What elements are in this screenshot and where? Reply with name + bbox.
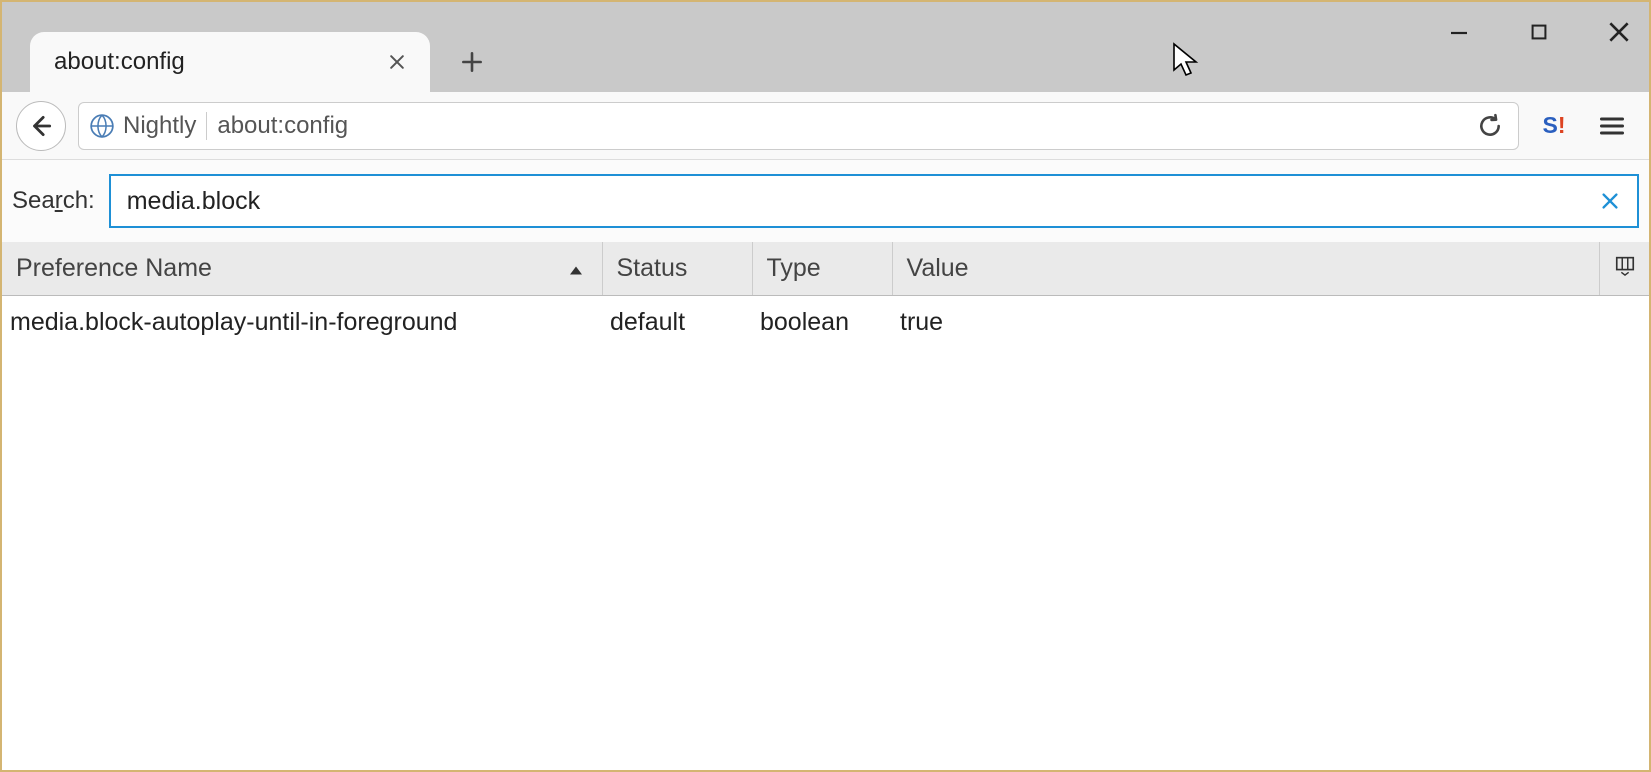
close-icon <box>1606 19 1632 45</box>
col-header-value[interactable]: Value <box>892 242 1599 296</box>
hamburger-icon <box>1598 112 1626 140</box>
col-header-value-label: Value <box>907 254 969 282</box>
col-header-type-label: Type <box>767 254 821 282</box>
close-tab-button[interactable] <box>382 47 412 77</box>
table-row[interactable]: media.block-autoplay-until-in-foreground… <box>2 296 1649 350</box>
app-menu-button[interactable] <box>1589 103 1635 149</box>
minimize-icon <box>1447 20 1471 44</box>
minimize-button[interactable] <box>1439 12 1479 52</box>
prefs-table-wrap: Preference Name Status Type Value <box>2 242 1649 770</box>
window-controls <box>1439 12 1639 52</box>
identity-box[interactable]: Nightly <box>89 112 207 140</box>
extension-button[interactable]: S! <box>1531 103 1577 149</box>
url-text: about:config <box>217 112 1462 140</box>
globe-icon <box>89 113 115 139</box>
clear-icon <box>1599 190 1621 212</box>
back-button[interactable] <box>16 101 66 151</box>
col-header-status-label: Status <box>617 254 688 282</box>
col-header-status[interactable]: Status <box>602 242 752 296</box>
new-tab-button[interactable] <box>448 38 496 86</box>
col-header-type[interactable]: Type <box>752 242 892 296</box>
maximize-button[interactable] <box>1519 12 1559 52</box>
close-window-button[interactable] <box>1599 12 1639 52</box>
maximize-icon <box>1528 21 1550 43</box>
table-header-row: Preference Name Status Type Value <box>2 242 1649 296</box>
url-bar[interactable]: Nightly about:config <box>78 102 1519 150</box>
close-icon <box>387 52 407 72</box>
nav-toolbar: Nightly about:config S! <box>2 92 1649 160</box>
column-picker-button[interactable] <box>1599 242 1649 296</box>
reload-button[interactable] <box>1472 108 1508 144</box>
cell-type: boolean <box>752 296 892 350</box>
search-input[interactable] <box>127 187 1593 216</box>
search-clear-button[interactable] <box>1593 184 1627 218</box>
arrow-left-icon <box>28 113 54 139</box>
mouse-cursor <box>1172 42 1200 83</box>
column-picker-icon <box>1614 254 1636 276</box>
cell-status: default <box>602 296 752 350</box>
titlebar: about:config <box>2 2 1649 92</box>
extension-icon: S! <box>1542 112 1565 139</box>
browser-tab[interactable]: about:config <box>30 32 430 92</box>
prefs-table: Preference Name Status Type Value <box>2 242 1649 349</box>
col-header-pref-label: Preference Name <box>16 254 212 282</box>
cell-value: true <box>892 296 1599 350</box>
search-label: Search: <box>12 187 95 215</box>
reload-icon <box>1477 113 1503 139</box>
cell-empty <box>1599 296 1649 350</box>
tab-title: about:config <box>54 48 382 76</box>
sort-ascending-icon <box>568 254 584 283</box>
cell-pref: media.block-autoplay-until-in-foreground <box>2 296 602 350</box>
plus-icon <box>459 49 485 75</box>
identity-label: Nightly <box>123 112 196 140</box>
search-box[interactable] <box>109 174 1639 228</box>
col-header-pref[interactable]: Preference Name <box>2 242 602 296</box>
search-row: Search: <box>2 160 1649 242</box>
